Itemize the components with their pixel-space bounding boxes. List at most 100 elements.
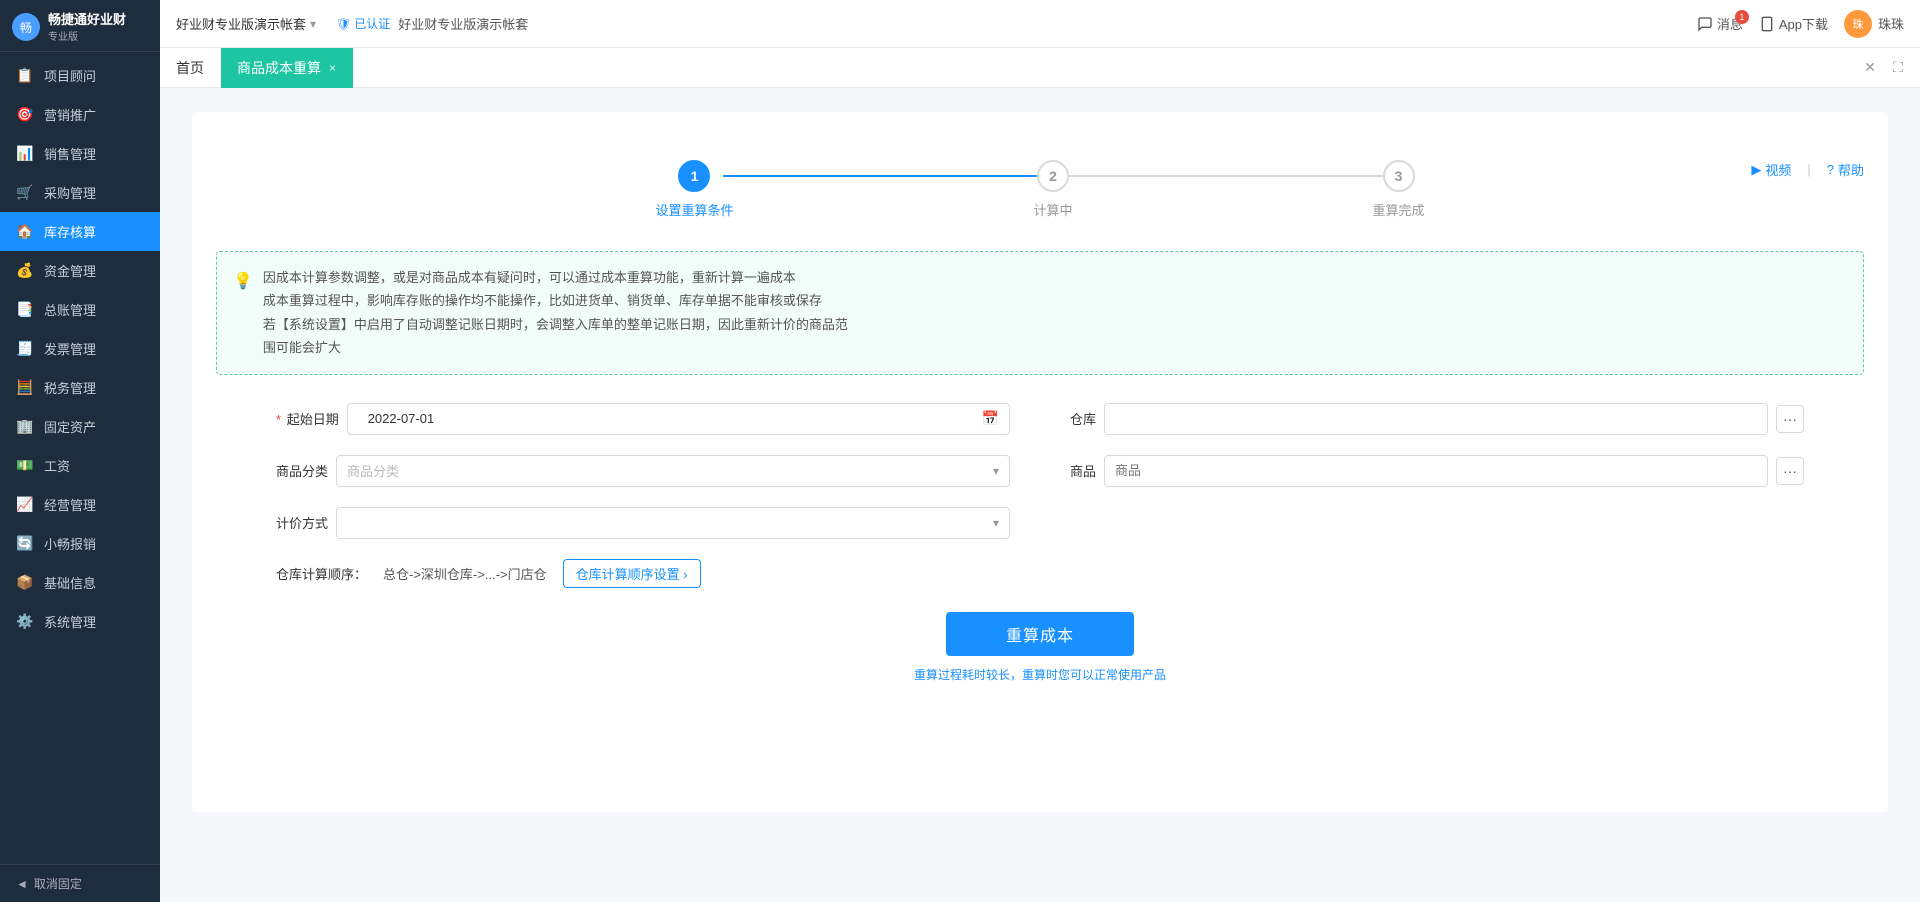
- form-row-3: 计价方式 ▾: [276, 507, 1804, 539]
- expense-icon: 🔄: [16, 534, 34, 552]
- purchase-icon: 🛒: [16, 183, 34, 201]
- warehouse-order-label: 仓库计算顺序：: [276, 564, 367, 583]
- basic-icon: 📦: [16, 573, 34, 591]
- play-icon: ▶: [1751, 162, 1761, 178]
- category-field: 商品分类 商品分类 ▾: [276, 455, 1010, 487]
- tab-product-recalc[interactable]: 商品成本重算 ×: [221, 48, 353, 88]
- sidebar-item-purchase[interactable]: 🛒 采购管理: [0, 173, 160, 212]
- tabbar-controls: ✕ ⛶: [1860, 58, 1920, 78]
- account-name: 好业财专业版演示帐套: [176, 14, 306, 33]
- warehouse-more-button[interactable]: ···: [1776, 405, 1804, 433]
- sidebar: 畅 畅捷通好业财 专业版 📋 项目顾问 🎯 营销推广 📊 销售管理 🛒 采购管理…: [0, 0, 160, 902]
- sidebar-item-assets[interactable]: 🏢 固定资产: [0, 407, 160, 446]
- user-menu[interactable]: 珠 珠珠: [1844, 10, 1904, 38]
- accounting-icon: 📑: [16, 300, 34, 318]
- sidebar-item-expense[interactable]: 🔄 小畅报销: [0, 524, 160, 563]
- topbar-actions: 消息 1 App下载 珠 珠珠: [1697, 10, 1904, 38]
- recalc-button[interactable]: 重算成本: [946, 612, 1134, 656]
- assets-icon: 🏢: [16, 417, 34, 435]
- sidebar-item-sales[interactable]: 📊 销售管理: [0, 134, 160, 173]
- step-line-1-2: [723, 175, 1043, 177]
- user-avatar: 珠: [1844, 10, 1872, 38]
- step-3: 3 重算完成: [1373, 160, 1425, 219]
- calendar-icon[interactable]: 📅: [982, 410, 999, 427]
- certified-badge: 🛡 已认证: [336, 15, 390, 32]
- info-box-text: 因成本计算参数调整，或是对商品成本有疑问时，可以通过成本重算功能，重新计算一遍成…: [263, 266, 848, 360]
- sidebar-item-accounting[interactable]: 📑 总账管理: [0, 290, 160, 329]
- close-window-button[interactable]: ✕: [1860, 58, 1880, 78]
- main-area: 好业财专业版演示帐套 ▾ 🛡 已认证 好业财专业版演示帐套 消息 1 App下载…: [160, 0, 1920, 902]
- question-icon: ?: [1827, 162, 1834, 177]
- start-date-input[interactable]: [358, 403, 982, 435]
- product-field: 商品 ···: [1070, 455, 1804, 487]
- start-date-label: * 起始日期: [276, 409, 339, 428]
- category-select[interactable]: 商品分类 ▾: [336, 455, 1010, 487]
- recalc-section: 重算成本 重算过程耗时较长，重算时您可以正常使用产品: [216, 612, 1864, 683]
- step-1: 1 设置重算条件: [655, 160, 733, 219]
- category-label: 商品分类: [276, 461, 328, 480]
- sidebar-nav: 📋 项目顾问 🎯 营销推广 📊 销售管理 🛒 采购管理 🏠 库存核算 💰 资金管…: [0, 52, 160, 864]
- warehouse-label: 仓库: [1070, 409, 1096, 428]
- step-2-label: 计算中: [1033, 200, 1072, 219]
- warehouse-input-wrapper: [1104, 403, 1768, 435]
- sidebar-logo-text: 畅捷通好业财 专业版: [48, 12, 126, 43]
- step-1-circle: 1: [678, 160, 710, 192]
- system-icon: ⚙️: [16, 612, 34, 630]
- product-input[interactable]: [1115, 463, 1757, 478]
- help-button[interactable]: ? 帮助: [1827, 160, 1864, 179]
- start-date-input-wrapper: 📅: [347, 403, 1010, 435]
- sidebar-item-project[interactable]: 📋 项目顾问: [0, 56, 160, 95]
- phone-icon: [1759, 16, 1775, 32]
- sidebar-item-salary[interactable]: 💵 工资: [0, 446, 160, 485]
- account-full-name: 好业财专业版演示帐套: [398, 14, 528, 33]
- sidebar-item-marketing[interactable]: 🎯 营销推广: [0, 95, 160, 134]
- sidebar-item-invoice[interactable]: 🧾 发票管理: [0, 329, 160, 368]
- steps-help: ▶ 视频 | ? 帮助: [1751, 160, 1864, 179]
- unpin-icon: ◄: [16, 877, 28, 891]
- sidebar-item-finance[interactable]: 💰 资金管理: [0, 251, 160, 290]
- sidebar-item-operation[interactable]: 📈 经营管理: [0, 485, 160, 524]
- category-dropdown-arrow: ▾: [993, 464, 999, 478]
- expand-window-button[interactable]: ⛶: [1888, 58, 1908, 78]
- marketing-icon: 🎯: [16, 105, 34, 123]
- step-2: 2 计算中: [1033, 160, 1072, 219]
- tab-close-icon[interactable]: ×: [329, 61, 336, 75]
- sidebar-item-system[interactable]: ⚙️ 系统管理: [0, 602, 160, 641]
- tabbar: 首页 商品成本重算 × ✕ ⛶: [160, 48, 1920, 88]
- app-download-button[interactable]: App下载: [1759, 14, 1828, 33]
- warehouse-order-value: 总仓->深圳仓库->...->门店仓: [383, 564, 547, 583]
- video-help-button[interactable]: ▶ 视频: [1751, 160, 1791, 179]
- step-3-label: 重算完成: [1373, 200, 1425, 219]
- info-box: 💡 因成本计算参数调整，或是对商品成本有疑问时，可以通过成本重算功能，重新计算一…: [216, 251, 1864, 375]
- warehouse-order-settings-button[interactable]: 仓库计算顺序设置 ›: [563, 559, 701, 588]
- tax-icon: 🧮: [16, 378, 34, 396]
- product-label: 商品: [1070, 461, 1096, 480]
- account-dropdown-arrow[interactable]: ▾: [310, 17, 316, 31]
- sales-icon: 📊: [16, 144, 34, 162]
- start-date-field: * 起始日期 📅: [276, 403, 1010, 435]
- sidebar-item-inventory[interactable]: 🏠 库存核算: [0, 212, 160, 251]
- form-row-1: * 起始日期 📅 仓库: [276, 403, 1804, 435]
- message-badge: 1: [1735, 10, 1749, 24]
- sidebar-item-basic[interactable]: 📦 基础信息: [0, 563, 160, 602]
- message-icon: [1697, 16, 1713, 32]
- step-1-label: 设置重算条件: [655, 200, 733, 219]
- user-name: 珠珠: [1878, 14, 1904, 33]
- step-3-circle: 3: [1383, 160, 1415, 192]
- form-section: * 起始日期 📅 仓库: [216, 403, 1864, 588]
- product-more-button[interactable]: ···: [1776, 457, 1804, 485]
- warehouse-input[interactable]: [1115, 411, 1757, 426]
- sidebar-unpin-button[interactable]: ◄ 取消固定: [0, 864, 160, 902]
- info-icon: 💡: [233, 268, 253, 360]
- sidebar-item-tax[interactable]: 🧮 税务管理: [0, 368, 160, 407]
- pricing-select[interactable]: ▾: [336, 507, 1010, 539]
- finance-icon: 💰: [16, 261, 34, 279]
- warehouse-field: 仓库 ···: [1070, 403, 1804, 435]
- sidebar-logo: 畅 畅捷通好业财 专业版: [0, 0, 160, 52]
- tab-home[interactable]: 首页: [160, 48, 221, 88]
- recalc-hint: 重算过程耗时较长，重算时您可以正常使用产品: [914, 666, 1166, 683]
- message-button[interactable]: 消息 1: [1697, 14, 1743, 33]
- steps-container: 1 设置重算条件 2 计算中 3 重算完成: [216, 136, 1864, 219]
- form-row-2: 商品分类 商品分类 ▾ 商品 ···: [276, 455, 1804, 487]
- topbar-account: 好业财专业版演示帐套 ▾ 🛡 已认证 好业财专业版演示帐套: [176, 14, 1697, 33]
